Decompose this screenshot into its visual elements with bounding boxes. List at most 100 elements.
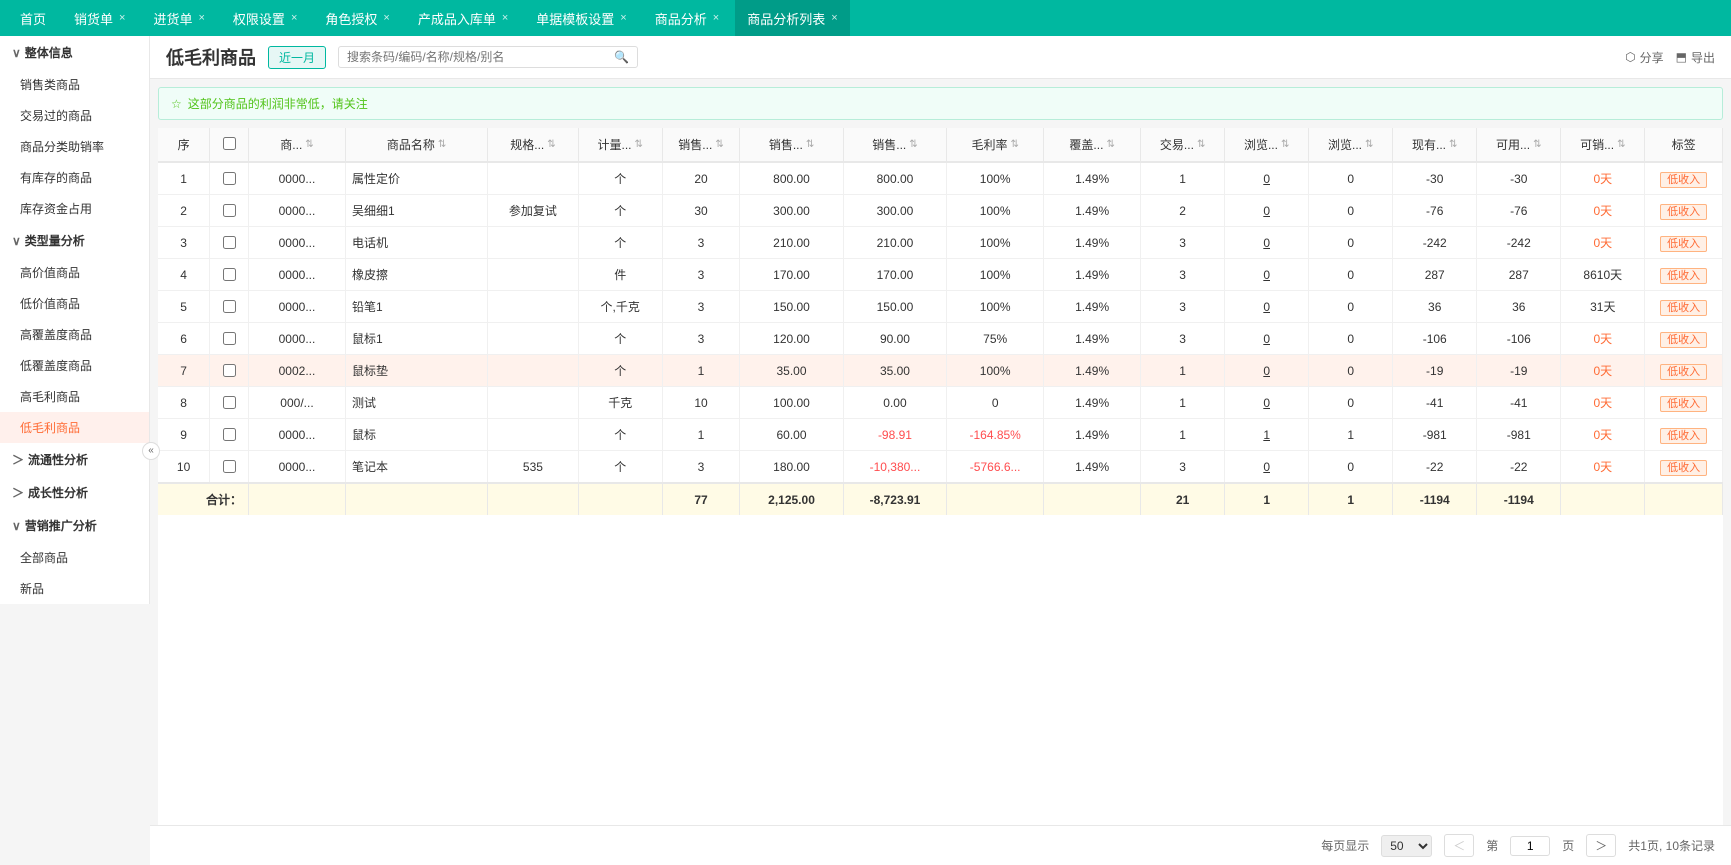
th-sales1[interactable]: 销售... ⇅ — [662, 128, 740, 162]
nav-item-analysis[interactable]: 商品分析 × — [643, 0, 731, 36]
page-number-input[interactable] — [1510, 836, 1550, 856]
sidebar-collapse-button[interactable]: « — [142, 442, 160, 460]
row-checkbox[interactable] — [223, 204, 236, 217]
cell-check[interactable] — [210, 259, 249, 291]
cell-browse1[interactable]: 0 — [1225, 162, 1309, 195]
th-browse1[interactable]: 浏览... ⇅ — [1225, 128, 1309, 162]
sidebar-item-sales-products[interactable]: 销售类商品 — [0, 69, 149, 100]
nav-item-templates[interactable]: 单据模板设置 × — [524, 0, 638, 36]
nav-item-permissions[interactable]: 权限设置 × — [221, 0, 309, 36]
cell-check[interactable] — [210, 387, 249, 419]
row-checkbox[interactable] — [223, 268, 236, 281]
th-unit[interactable]: 计量... ⇅ — [578, 128, 662, 162]
sidebar-item-new-products[interactable]: 新品 — [0, 573, 149, 604]
sidebar-item-all-products[interactable]: 全部商品 — [0, 542, 149, 573]
select-all-checkbox[interactable] — [223, 137, 236, 150]
row-checkbox[interactable] — [223, 172, 236, 185]
close-icon[interactable]: × — [502, 12, 508, 24]
cell-check[interactable] — [210, 451, 249, 484]
cell-browse1[interactable]: 0 — [1225, 323, 1309, 355]
cell-available: -106 — [1477, 323, 1561, 355]
th-name[interactable]: 商品名称 ⇅ — [345, 128, 487, 162]
th-cover-rate[interactable]: 覆盖... ⇅ — [1044, 128, 1141, 162]
table-container[interactable]: 序 商... ⇅ 商品名称 ⇅ 规格... ⇅ 计量... ⇅ 销售... ⇅ … — [158, 128, 1723, 825]
sidebar-item-low-coverage[interactable]: 低覆盖度商品 — [0, 350, 149, 381]
th-sales3[interactable]: 销售... ⇅ — [843, 128, 946, 162]
cell-check[interactable] — [210, 227, 249, 259]
close-icon[interactable]: × — [291, 12, 297, 24]
sidebar-group-marketing[interactable]: ∨ 营销推广分析 — [0, 509, 149, 542]
row-checkbox[interactable] — [223, 428, 236, 441]
close-icon[interactable]: × — [620, 12, 626, 24]
filter-button[interactable]: 近一月 — [268, 46, 326, 69]
th-gross-rate[interactable]: 毛利率 ⇅ — [947, 128, 1044, 162]
next-page-button[interactable]: ＞ — [1586, 834, 1616, 857]
row-checkbox[interactable] — [223, 236, 236, 249]
row-checkbox[interactable] — [223, 332, 236, 345]
cell-browse1[interactable]: 1 — [1225, 419, 1309, 451]
sidebar-item-high-value[interactable]: 高价值商品 — [0, 257, 149, 288]
sidebar-group-circulation[interactable]: ＞ 流通性分析 — [0, 443, 149, 476]
sidebar-item-inventory[interactable]: 有库存的商品 — [0, 162, 149, 193]
export-button[interactable]: ⬒ 导出 — [1676, 49, 1715, 66]
chevron-down-icon: ∨ — [12, 46, 21, 60]
sidebar-group-type[interactable]: ∨ 类型量分析 — [0, 224, 149, 257]
th-check[interactable] — [210, 128, 249, 162]
cell-name: 橡皮擦 — [345, 259, 487, 291]
page-size-select[interactable]: 50 100 200 — [1381, 835, 1432, 857]
share-button[interactable]: ⬡ 分享 — [1625, 49, 1664, 66]
close-icon[interactable]: × — [198, 12, 204, 24]
row-checkbox[interactable] — [223, 460, 236, 473]
nav-item-analysis-list[interactable]: 商品分析列表 × — [735, 0, 849, 36]
search-icon[interactable]: 🔍 — [614, 50, 629, 64]
sidebar-item-low-value[interactable]: 低价值商品 — [0, 288, 149, 319]
th-browse2[interactable]: 浏览... ⇅ — [1309, 128, 1393, 162]
cell-check[interactable] — [210, 323, 249, 355]
cell-browse1[interactable]: 0 — [1225, 355, 1309, 387]
sidebar-item-high-profit[interactable]: 高毛利商品 — [0, 381, 149, 412]
cell-check[interactable] — [210, 419, 249, 451]
cell-check[interactable] — [210, 162, 249, 195]
cell-trade-count: 3 — [1141, 259, 1225, 291]
nav-item-products[interactable]: 产成品入库单 × — [406, 0, 520, 36]
close-icon[interactable]: × — [713, 12, 719, 24]
row-checkbox[interactable] — [223, 364, 236, 377]
row-checkbox[interactable] — [223, 300, 236, 313]
th-spec[interactable]: 规格... ⇅ — [488, 128, 579, 162]
nav-item-roles[interactable]: 角色授权 × — [313, 0, 401, 36]
sidebar-item-high-coverage[interactable]: 高覆盖度商品 — [0, 319, 149, 350]
row-checkbox[interactable] — [223, 396, 236, 409]
close-icon[interactable]: × — [119, 12, 125, 24]
cell-browse1[interactable]: 0 — [1225, 387, 1309, 419]
totals-sales1: 77 — [662, 483, 740, 515]
th-saleable[interactable]: 可销... ⇅ — [1561, 128, 1645, 162]
th-code[interactable]: 商... ⇅ — [249, 128, 346, 162]
nav-item-sales[interactable]: 销货单 × — [62, 0, 137, 36]
cell-check[interactable] — [210, 195, 249, 227]
sidebar-group-growth[interactable]: ＞ 成长性分析 — [0, 476, 149, 509]
notice-text: 这部分商品的利润非常低，请关注 — [188, 95, 368, 112]
sidebar-item-low-profit[interactable]: 低毛利商品 — [0, 412, 149, 443]
cell-browse1[interactable]: 0 — [1225, 227, 1309, 259]
th-current[interactable]: 现有... ⇅ — [1393, 128, 1477, 162]
th-available[interactable]: 可用... ⇅ — [1477, 128, 1561, 162]
close-icon[interactable]: × — [831, 12, 837, 24]
cell-browse1[interactable]: 0 — [1225, 259, 1309, 291]
cell-check[interactable] — [210, 355, 249, 387]
search-input[interactable] — [347, 50, 614, 64]
cell-browse1[interactable]: 0 — [1225, 451, 1309, 484]
sidebar-item-category-sales[interactable]: 商品分类助销率 — [0, 131, 149, 162]
sidebar-group-overall[interactable]: ∨ 整体信息 — [0, 36, 149, 69]
cell-browse1[interactable]: 0 — [1225, 195, 1309, 227]
prev-page-button[interactable]: ＜ — [1444, 834, 1474, 857]
th-trade-count[interactable]: 交易... ⇅ — [1141, 128, 1225, 162]
th-sales2[interactable]: 销售... ⇅ — [740, 128, 843, 162]
sidebar-item-capital[interactable]: 库存资金占用 — [0, 193, 149, 224]
close-icon[interactable]: × — [383, 12, 389, 24]
nav-item-home[interactable]: 首页 — [8, 0, 58, 36]
cell-browse1[interactable]: 0 — [1225, 291, 1309, 323]
cell-check[interactable] — [210, 291, 249, 323]
nav-item-purchase[interactable]: 进货单 × — [141, 0, 216, 36]
sidebar-item-traded-products[interactable]: 交易过的商品 — [0, 100, 149, 131]
cell-name: 吴细细1 — [345, 195, 487, 227]
